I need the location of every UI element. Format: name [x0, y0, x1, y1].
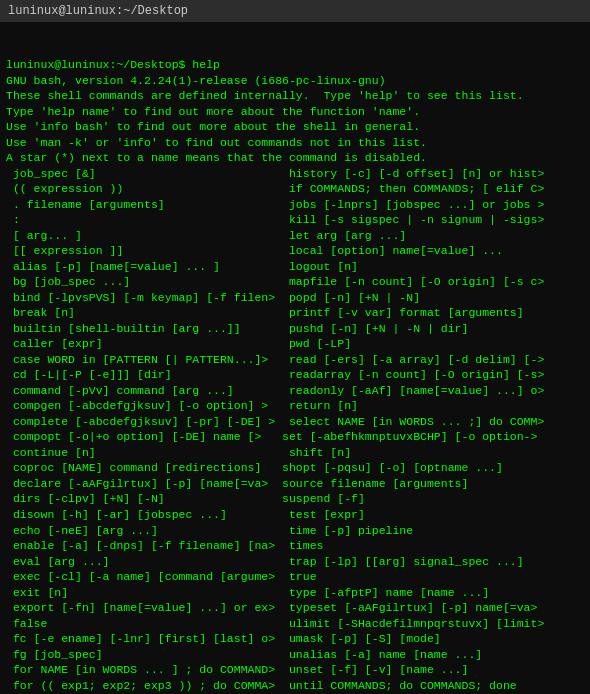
terminal-line: complete [-abcdefgjksuv] [-pr] [-DE] > s…: [6, 414, 584, 430]
terminal-line: enable [-a] [-dnps] [-f filename] [na> t…: [6, 538, 584, 554]
terminal-line: eval [arg ...] trap [-lp] [[arg] signal_…: [6, 554, 584, 570]
terminal-line: dirs [-clpv] [+N] [-N] suspend [-f]: [6, 491, 584, 507]
terminal-line: for NAME [in WORDS ... ] ; do COMMAND> u…: [6, 662, 584, 678]
terminal-line: fg [job_spec] unalias [-a] name [name ..…: [6, 647, 584, 663]
terminal-line: (( expression )) if COMMANDS; then COMMA…: [6, 181, 584, 197]
terminal-window: luninux@luninux:~/Desktop luninux@luninu…: [0, 0, 590, 694]
terminal-line: export [-fn] [name[=value] ...] or ex> t…: [6, 600, 584, 616]
terminal-line: Type 'help name' to find out more about …: [6, 104, 584, 120]
terminal-line: break [n] printf [-v var] format [argume…: [6, 305, 584, 321]
terminal-line: . filename [arguments] jobs [-lnprs] [jo…: [6, 197, 584, 213]
terminal-title: luninux@luninux:~/Desktop: [8, 4, 188, 18]
terminal-line: continue [n] shift [n]: [6, 445, 584, 461]
title-bar: luninux@luninux:~/Desktop: [0, 0, 590, 22]
terminal-line: A star (*) next to a name means that the…: [6, 150, 584, 166]
terminal-line: compgen [-abcdefgjksuv] [-o option] > re…: [6, 398, 584, 414]
terminal-line: disown [-h] [-ar] [jobspec ...] test [ex…: [6, 507, 584, 523]
terminal-line: job_spec [&] history [-c] [-d offset] [n…: [6, 166, 584, 182]
terminal-line: false ulimit [-SHacdefilmnpqrstuvx] [lim…: [6, 616, 584, 632]
terminal-line: case WORD in [PATTERN [| PATTERN...]> re…: [6, 352, 584, 368]
terminal-line: bg [job_spec ...] mapfile [-n count] [-O…: [6, 274, 584, 290]
terminal-line: builtin [shell-builtin [arg ...]] pushd …: [6, 321, 584, 337]
terminal-line: for (( exp1; exp2; exp3 )) ; do COMMA> u…: [6, 678, 584, 694]
terminal-line: GNU bash, version 4.2.24(1)-release (i68…: [6, 73, 584, 89]
terminal-line: Use 'man -k' or 'info' to find out comma…: [6, 135, 584, 151]
terminal-line: luninux@luninux:~/Desktop$ help: [6, 57, 584, 73]
terminal-line: exit [n] type [-afptP] name [name ...]: [6, 585, 584, 601]
terminal-line: Use 'info bash' to find out more about t…: [6, 119, 584, 135]
terminal-line: cd [-L|[-P [-e]]] [dir] readarray [-n co…: [6, 367, 584, 383]
terminal-line: exec [-cl] [-a name] [command [argume> t…: [6, 569, 584, 585]
terminal-line: These shell commands are defined interna…: [6, 88, 584, 104]
terminal-line: coproc [NAME] command [redirections] sho…: [6, 460, 584, 476]
terminal-line: [ arg... ] let arg [arg ...]: [6, 228, 584, 244]
terminal-line: fc [-e ename] [-lnr] [first] [last] o> u…: [6, 631, 584, 647]
terminal-line: command [-pVv] command [arg ...] readonl…: [6, 383, 584, 399]
terminal-line: : kill [-s sigspec | -n signum | -sigs>: [6, 212, 584, 228]
terminal-body[interactable]: luninux@luninux:~/Desktop$ helpGNU bash,…: [0, 22, 590, 694]
terminal-line: alias [-p] [name[=value] ... ] logout [n…: [6, 259, 584, 275]
terminal-line: caller [expr] pwd [-LP]: [6, 336, 584, 352]
terminal-line: compopt [-o|+o option] [-DE] name [> set…: [6, 429, 584, 445]
terminal-line: [[ expression ]] local [option] name[=va…: [6, 243, 584, 259]
terminal-line: bind [-lpvsPVS] [-m keymap] [-f filen> p…: [6, 290, 584, 306]
terminal-line: declare [-aAFgilrtux] [-p] [name[=va> so…: [6, 476, 584, 492]
terminal-line: echo [-neE] [arg ...] time [-p] pipeline: [6, 523, 584, 539]
